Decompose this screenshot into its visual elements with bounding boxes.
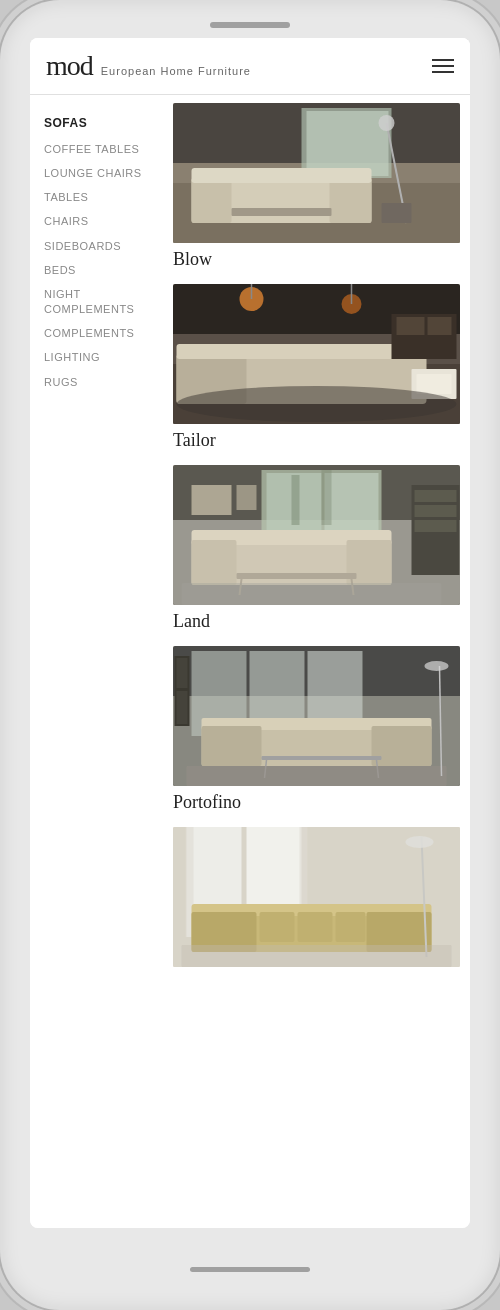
logo-text: mod: [46, 50, 93, 82]
svg-rect-35: [322, 470, 332, 525]
sidebar-item-sideboards[interactable]: SIDEBOARDS: [44, 234, 155, 258]
product-tailor[interactable]: Tailor: [173, 284, 460, 451]
svg-rect-6: [192, 178, 232, 223]
svg-rect-79: [298, 912, 333, 942]
svg-rect-80: [336, 912, 366, 942]
product-land-image: [173, 465, 460, 605]
hamburger-line-1: [432, 59, 454, 61]
product-blow[interactable]: Blow: [173, 103, 460, 270]
app-content: mod European Home Furniture SOFAS COFFEE…: [30, 38, 470, 1228]
svg-rect-4: [307, 111, 389, 176]
product-blow-image: [173, 103, 460, 243]
svg-rect-83: [182, 945, 452, 967]
product-tailor-image: [173, 284, 460, 424]
sidebar-item-night-complements[interactable]: NIGHT COMPLEMENTS: [44, 282, 155, 321]
hamburger-line-3: [432, 71, 454, 73]
sidebar-item-tables[interactable]: TABLES: [44, 185, 155, 209]
svg-rect-38: [415, 505, 457, 517]
product-land-name: Land: [173, 611, 460, 632]
svg-rect-12: [382, 203, 412, 223]
svg-rect-34: [292, 475, 300, 525]
product-tailor-name: Tailor: [173, 430, 460, 451]
svg-rect-9: [232, 208, 332, 216]
phone-screen: mod European Home Furniture SOFAS COFFEE…: [30, 38, 470, 1228]
svg-rect-37: [415, 490, 457, 502]
products-area: Blow: [165, 95, 470, 989]
speaker: [210, 22, 290, 28]
brand-logo: mod European Home Furniture: [46, 50, 251, 82]
svg-rect-60: [202, 726, 262, 766]
product-portofino-name: Portofino: [173, 792, 460, 813]
phone-bottom: [190, 1228, 310, 1310]
svg-rect-33: [325, 473, 379, 533]
sidebar: SOFAS COFFEE TABLES LOUNGE CHAIRS TABLES…: [30, 95, 165, 989]
svg-rect-27: [428, 317, 452, 335]
sidebar-item-coffee-tables[interactable]: COFFEE TABLES: [44, 137, 155, 161]
svg-rect-49: [237, 485, 257, 510]
product-last[interactable]: [173, 827, 460, 967]
hamburger-line-2: [432, 65, 454, 67]
header: mod European Home Furniture: [30, 38, 470, 95]
home-bar[interactable]: [190, 1267, 310, 1272]
svg-point-67: [425, 661, 449, 671]
sidebar-item-complements[interactable]: COMPLEMENTS: [44, 321, 155, 345]
product-blow-name: Blow: [173, 249, 460, 270]
sidebar-item-lounge-chairs[interactable]: LOUNGE CHAIRS: [44, 161, 155, 185]
svg-rect-47: [182, 583, 442, 605]
svg-point-28: [177, 386, 457, 422]
svg-rect-44: [237, 573, 357, 579]
svg-rect-26: [397, 317, 425, 335]
svg-rect-56: [177, 658, 188, 688]
product-last-image: [173, 827, 460, 967]
svg-rect-57: [177, 691, 188, 724]
svg-rect-24: [417, 374, 452, 394]
logo-tagline: European Home Furniture: [101, 65, 251, 77]
sidebar-item-beds[interactable]: BEDS: [44, 258, 155, 282]
main-layout: SOFAS COFFEE TABLES LOUNGE CHAIRS TABLES…: [30, 95, 470, 989]
sidebar-item-chairs[interactable]: CHAIRS: [44, 209, 155, 233]
svg-point-11: [379, 115, 395, 131]
svg-rect-39: [415, 520, 457, 532]
product-land[interactable]: Land: [173, 465, 460, 632]
svg-rect-42: [192, 540, 237, 585]
svg-rect-78: [260, 912, 295, 942]
svg-rect-48: [192, 485, 232, 515]
product-portofino-image: [173, 646, 460, 786]
svg-rect-65: [187, 766, 447, 786]
svg-rect-7: [330, 178, 372, 223]
phone-frame: mod European Home Furniture SOFAS COFFEE…: [0, 0, 500, 1310]
sidebar-item-rugs[interactable]: RUGS: [44, 370, 155, 394]
svg-point-82: [406, 836, 434, 848]
sidebar-item-sofas[interactable]: SOFAS: [44, 111, 155, 137]
sidebar-item-lighting[interactable]: LIGHTING: [44, 345, 155, 369]
svg-rect-8: [192, 168, 372, 183]
hamburger-button[interactable]: [432, 59, 454, 73]
svg-rect-62: [262, 756, 382, 760]
svg-rect-22: [177, 344, 427, 359]
product-portofino[interactable]: Portofino: [173, 646, 460, 813]
